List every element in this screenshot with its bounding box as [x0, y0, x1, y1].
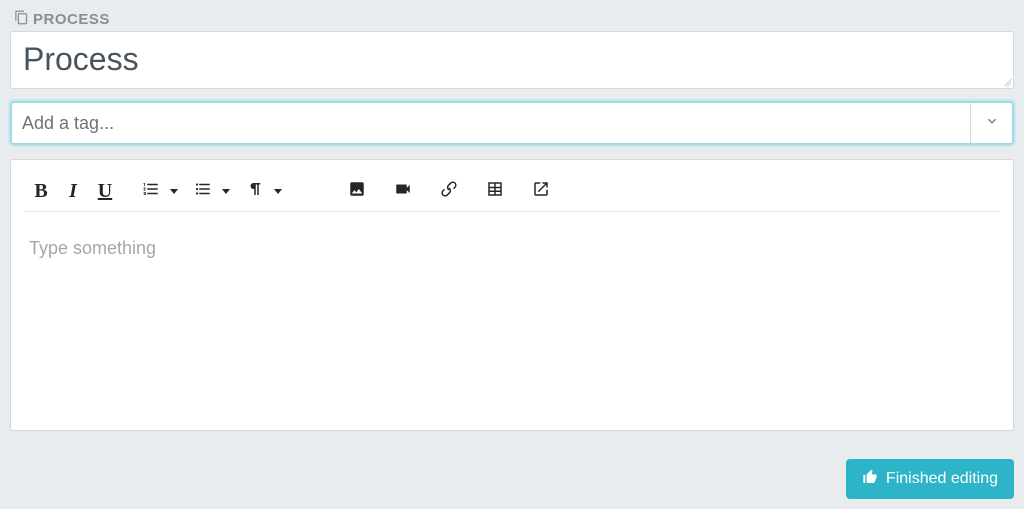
insert-table-button[interactable] [479, 176, 511, 208]
link-icon [440, 180, 458, 203]
table-icon [486, 180, 504, 203]
open-group [525, 176, 557, 208]
tag-input[interactable] [22, 103, 970, 143]
video-group [387, 176, 419, 208]
open-external-button[interactable] [525, 176, 557, 208]
editor-toolbar: B I U [25, 172, 999, 212]
table-group [479, 176, 511, 208]
finished-editing-label: Finished editing [886, 470, 998, 488]
chevron-down-icon [985, 114, 999, 133]
insert-video-button[interactable] [387, 176, 419, 208]
unordered-list-dropdown[interactable] [219, 189, 233, 194]
underline-icon: U [98, 180, 112, 203]
section-header: PROCESS [14, 10, 1014, 29]
unordered-list-icon [194, 180, 212, 203]
tag-field[interactable] [10, 101, 1014, 145]
text-style-group: B I U [25, 176, 121, 208]
ordered-list-button[interactable] [135, 176, 167, 208]
paragraph-format-dropdown[interactable] [271, 189, 285, 194]
tag-dropdown-toggle[interactable] [970, 103, 1012, 143]
unordered-list-button[interactable] [187, 176, 219, 208]
paragraph-icon [246, 180, 264, 203]
thumbs-up-icon [862, 469, 878, 490]
italic-button[interactable]: I [57, 176, 89, 208]
ordered-list-dropdown[interactable] [167, 189, 181, 194]
insert-link-button[interactable] [433, 176, 465, 208]
bold-icon: B [34, 180, 47, 203]
media-group [341, 176, 373, 208]
title-input[interactable]: Process [11, 32, 1013, 88]
link-group [433, 176, 465, 208]
editor-content[interactable]: Type something [25, 212, 999, 259]
title-input-wrapper[interactable]: Process [10, 31, 1014, 89]
editor-card: B I U [10, 159, 1014, 431]
insert-image-button[interactable] [341, 176, 373, 208]
list-group [135, 176, 285, 208]
copy-icon [14, 10, 29, 29]
external-link-icon [532, 180, 550, 203]
italic-icon: I [69, 180, 77, 203]
underline-button[interactable]: U [89, 176, 121, 208]
finished-editing-button[interactable]: Finished editing [846, 459, 1014, 499]
ordered-list-icon [142, 180, 160, 203]
video-icon [394, 180, 412, 203]
resize-handle[interactable] [1001, 76, 1011, 86]
bold-button[interactable]: B [25, 176, 57, 208]
section-header-label: PROCESS [33, 11, 110, 28]
paragraph-format-button[interactable] [239, 176, 271, 208]
image-icon [348, 180, 366, 203]
